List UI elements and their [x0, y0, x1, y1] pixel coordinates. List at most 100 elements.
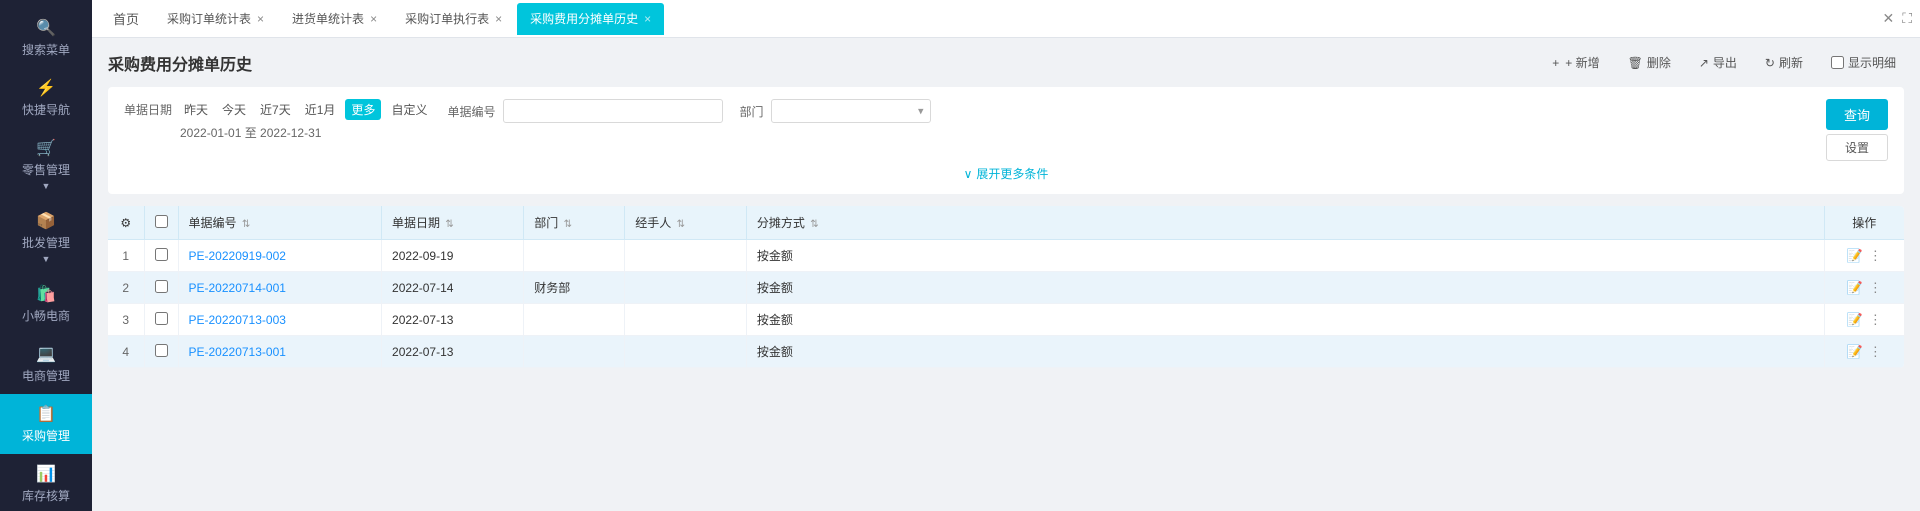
edit-icon-3[interactable]: 📝 [1847, 312, 1863, 328]
delete-icon: 🗑 [1628, 56, 1643, 70]
query-button[interactable]: 查询 [1826, 99, 1888, 130]
refresh-icon: ↻ [1765, 56, 1775, 70]
sidebar-item-nav[interactable]: ⚡ 快捷导航 [0, 68, 92, 128]
edit-icon-2[interactable]: 📝 [1847, 280, 1863, 296]
export-button[interactable]: ↗ 导出 [1691, 50, 1745, 75]
col-dept[interactable]: 部门 ⇅ [524, 206, 625, 240]
row-cb-3[interactable] [155, 312, 168, 325]
more-icon-1[interactable]: ⋮ [1869, 248, 1882, 264]
sidebar: 🔍 搜索菜单 ⚡ 快捷导航 🛒 零售管理 ▼ 📦 批发管理 ▼ 🛍️ 小畅电商 … [0, 0, 92, 511]
row-checkbox-4[interactable] [144, 336, 178, 368]
content-area: 采购费用分摊单历史 + + 新增 🗑 删除 ↗ 导出 ↻ 刷新 [92, 38, 1920, 511]
close-tab-purchase-exec[interactable]: × [495, 12, 502, 26]
docno-link-2[interactable]: PE-20220714-001 [189, 281, 286, 295]
data-table-wrap: ⚙ 单据编号 ⇅ 单据日期 ⇅ 部门 [108, 206, 1904, 368]
row-cb-2[interactable] [155, 280, 168, 293]
more-icon-4[interactable]: ⋮ [1869, 344, 1882, 360]
close-tab-purchase-stat[interactable]: × [257, 12, 264, 26]
more-icon-3[interactable]: ⋮ [1869, 312, 1882, 328]
close-all-tabs-icon[interactable]: ✕ [1882, 10, 1894, 27]
date-more[interactable]: 更多 [345, 99, 381, 120]
expand-more[interactable]: ∨ 展开更多条件 [124, 165, 1888, 182]
refresh-button[interactable]: ↻ 刷新 [1757, 50, 1811, 75]
show-detail-checkbox[interactable] [1831, 56, 1844, 69]
col-date[interactable]: 单据日期 ⇅ [382, 206, 524, 240]
sidebar-item-inventory[interactable]: 📊 库存核算 [0, 454, 92, 511]
dept-label: 部门 [739, 103, 763, 120]
row-docno-2[interactable]: PE-20220714-001 [178, 272, 382, 304]
row-op-1: 📝 ⋮ [1824, 240, 1904, 272]
page-title: 采购费用分摊单历史 [108, 51, 252, 75]
tab-home[interactable]: 首页 [100, 3, 152, 35]
row-checkbox-2[interactable] [144, 272, 178, 304]
export-icon: ↗ [1699, 56, 1709, 70]
row-split-3: 按金额 [746, 304, 1824, 336]
date-label: 单据日期 [124, 101, 172, 118]
close-tab-purchase-in[interactable]: × [370, 12, 377, 26]
tab-purchase-stat[interactable]: 采购订单统计表 × [154, 3, 277, 35]
sidebar-item-ecom-small[interactable]: 🛍️ 小畅电商 [0, 274, 92, 334]
row-op-4: 📝 ⋮ [1824, 336, 1904, 368]
tab-purchase-fee[interactable]: 采购费用分摊单历史 × [517, 3, 664, 35]
query-buttons: 查询 设置 [1826, 99, 1888, 161]
table-row: 3 PE-20220713-003 2022-07-13 按金额 📝 ⋮ [108, 304, 1904, 336]
row-handler-2 [625, 272, 747, 304]
date-today[interactable]: 今天 [218, 99, 250, 120]
col-date-label: 单据日期 [392, 216, 440, 230]
select-all-checkbox[interactable] [155, 215, 168, 228]
chevron-down-icon: ▼ [42, 254, 51, 264]
docno-link-3[interactable]: PE-20220713-003 [189, 313, 286, 327]
add-button[interactable]: + + 新增 [1544, 50, 1607, 75]
table-row: 4 PE-20220713-001 2022-07-13 按金额 📝 ⋮ [108, 336, 1904, 368]
col-handler[interactable]: 经手人 ⇅ [625, 206, 747, 240]
date-7days[interactable]: 近7天 [256, 99, 295, 120]
row-docno-3[interactable]: PE-20220713-003 [178, 304, 382, 336]
row-dept-4 [524, 336, 625, 368]
dept-select[interactable]: 财务部 [771, 99, 931, 123]
row-split-4: 按金额 [746, 336, 1824, 368]
row-op-2: 📝 ⋮ [1824, 272, 1904, 304]
date-yesterday[interactable]: 昨天 [180, 99, 212, 120]
row-docno-1[interactable]: PE-20220919-002 [178, 240, 382, 272]
maximize-icon[interactable]: ⛶ [1902, 10, 1912, 27]
docno-link-1[interactable]: PE-20220919-002 [189, 249, 286, 263]
data-table: ⚙ 单据编号 ⇅ 单据日期 ⇅ 部门 [108, 206, 1904, 368]
docno-input[interactable] [503, 99, 723, 123]
sidebar-item-wholesale[interactable]: 📦 批发管理 ▼ [0, 201, 92, 274]
settings-button[interactable]: 设置 [1826, 134, 1888, 161]
row-checkbox-3[interactable] [144, 304, 178, 336]
row-handler-1 [625, 240, 747, 272]
purchase-icon: 📋 [36, 404, 56, 424]
row-cb-4[interactable] [155, 344, 168, 357]
delete-button[interactable]: 🗑 删除 [1620, 50, 1679, 75]
more-icon-2[interactable]: ⋮ [1869, 280, 1882, 296]
row-op-3: 📝 ⋮ [1824, 304, 1904, 336]
sidebar-item-purchase[interactable]: 📋 采购管理 [0, 394, 92, 454]
sidebar-item-search[interactable]: 🔍 搜索菜单 [0, 8, 92, 68]
col-docno[interactable]: 单据编号 ⇅ [178, 206, 382, 240]
page-header: 采购费用分摊单历史 + + 新增 🗑 删除 ↗ 导出 ↻ 刷新 [108, 50, 1904, 75]
close-tab-purchase-fee[interactable]: × [644, 12, 651, 26]
row-checkbox-1[interactable] [144, 240, 178, 272]
edit-icon-1[interactable]: 📝 [1847, 248, 1863, 264]
nav-icon: ⚡ [36, 78, 56, 98]
date-range-display: 2022-01-01 至 2022-12-31 [180, 126, 321, 140]
date-custom[interactable]: 自定义 [387, 99, 431, 120]
tab-purchase-in[interactable]: 进货单统计表 × [279, 3, 390, 35]
docno-link-4[interactable]: PE-20220713-001 [189, 345, 286, 359]
row-docno-4[interactable]: PE-20220713-001 [178, 336, 382, 368]
col-split[interactable]: 分摊方式 ⇅ [746, 206, 1824, 240]
sidebar-item-retail[interactable]: 🛒 零售管理 ▼ [0, 128, 92, 201]
tab-bar: 首页 采购订单统计表 × 进货单统计表 × 采购订单执行表 × 采购费用分摊单历… [92, 0, 1920, 38]
ecom-small-icon: 🛍️ [36, 284, 56, 304]
sidebar-item-ecom[interactable]: 💻 电商管理 [0, 334, 92, 394]
retail-icon: 🛒 [36, 138, 56, 158]
edit-icon-4[interactable]: 📝 [1847, 344, 1863, 360]
tab-purchase-exec[interactable]: 采购订单执行表 × [392, 3, 515, 35]
col-settings[interactable]: ⚙ [108, 206, 144, 240]
add-icon: + [1552, 56, 1559, 70]
date-1month[interactable]: 近1月 [301, 99, 340, 120]
show-detail-checkbox-label[interactable]: 显示明细 [1823, 50, 1904, 75]
toolbar: + + 新增 🗑 删除 ↗ 导出 ↻ 刷新 显示明细 [1544, 50, 1904, 75]
row-cb-1[interactable] [155, 248, 168, 261]
